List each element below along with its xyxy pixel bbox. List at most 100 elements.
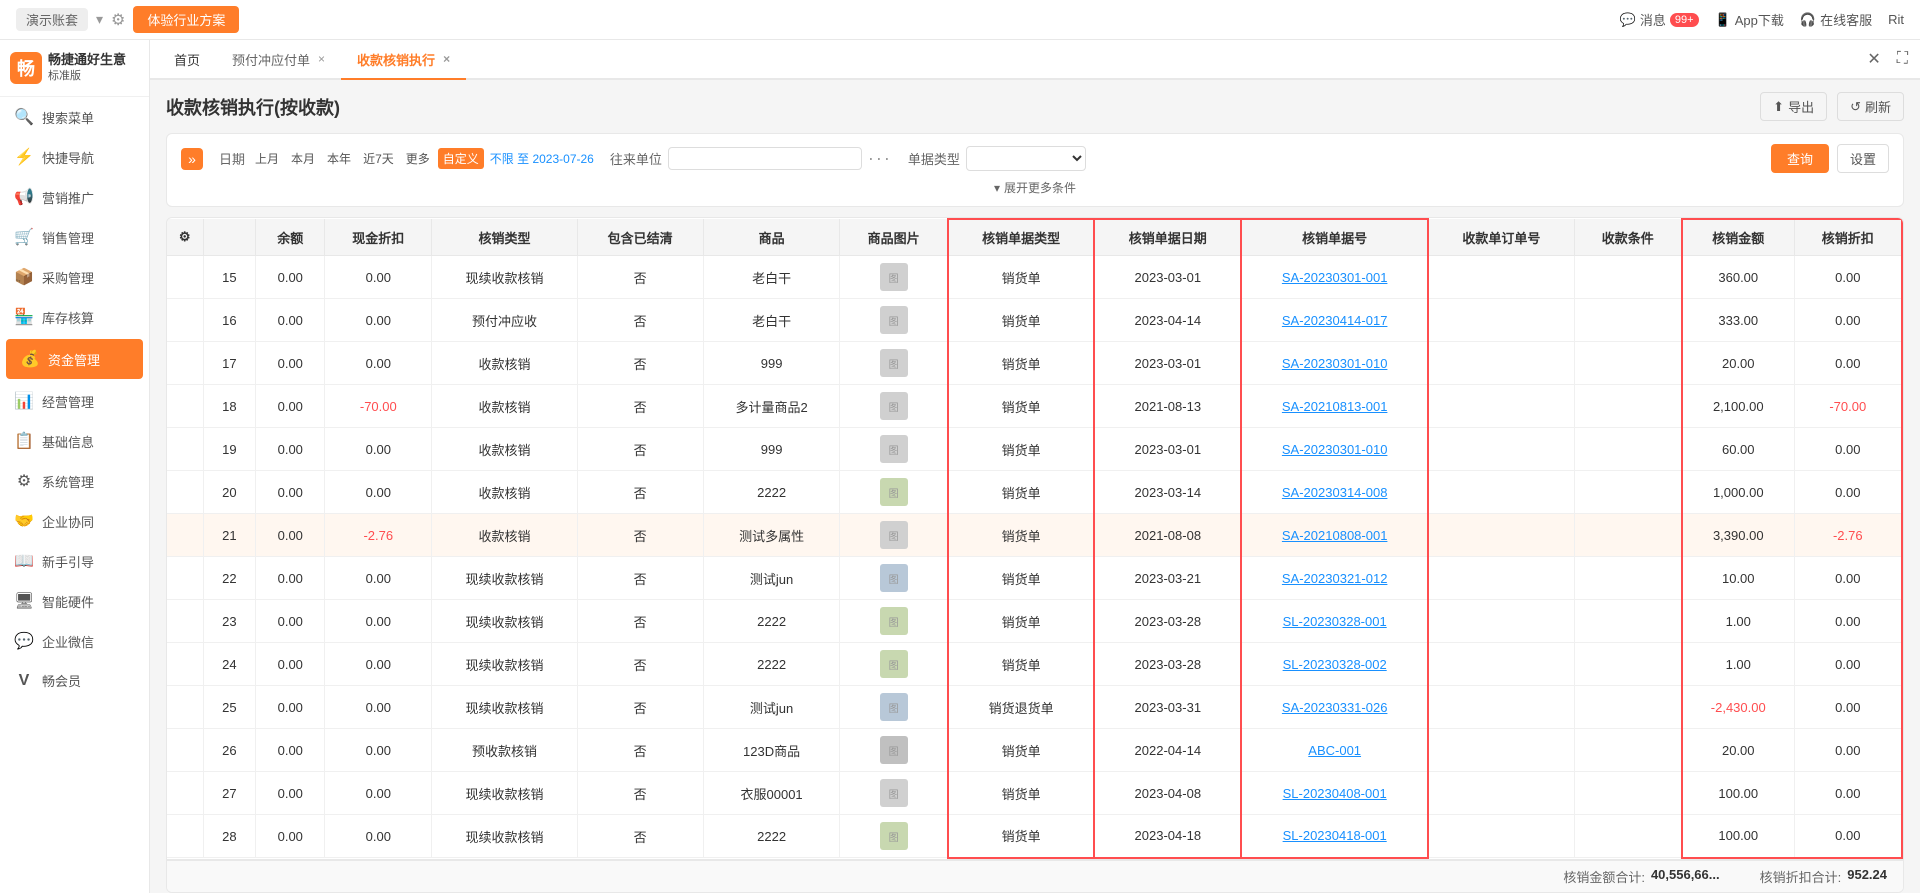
td-balance: 0.00 xyxy=(256,557,325,600)
td-seq: 16 xyxy=(203,299,256,342)
sidebar-item-basics[interactable]: 📋 基础信息 xyxy=(0,421,149,461)
date-btn-custom[interactable]: 自定义 xyxy=(438,148,484,169)
th-settings[interactable]: ⚙ xyxy=(167,219,203,256)
td-balance: 0.00 xyxy=(256,686,325,729)
date-btn-7days[interactable]: 近7天 xyxy=(359,148,398,169)
company-name[interactable]: 演示账套 xyxy=(16,8,88,31)
bill-no-link[interactable]: SL-20230328-002 xyxy=(1283,657,1387,672)
sidebar-item-hardware[interactable]: 🖥 智能硬件 xyxy=(0,581,149,621)
query-btn[interactable]: 查询 xyxy=(1771,144,1829,173)
td-goods-img: 图 xyxy=(840,729,948,772)
notification-area[interactable]: 💬 消息 99+ xyxy=(1620,10,1699,29)
sidebar-item-guide[interactable]: 📖 新手引导 xyxy=(0,541,149,581)
bill-type-select[interactable]: 销货单 销货退货单 xyxy=(966,146,1086,171)
bill-no-link[interactable]: SA-20230314-008 xyxy=(1282,485,1388,500)
bill-no-link[interactable]: SA-20230321-012 xyxy=(1282,571,1388,586)
bill-no-link[interactable]: ABC-001 xyxy=(1308,743,1361,758)
tab-prepay[interactable]: 预付冲应付单 × xyxy=(216,40,341,80)
bill-no-link[interactable]: SA-20230301-010 xyxy=(1282,442,1388,457)
filter-expand-btn[interactable]: » xyxy=(181,148,203,170)
th-receipt-condition: 收款条件 xyxy=(1574,219,1682,256)
td-write-off-type: 收款核销 xyxy=(432,471,577,514)
filter-actions: 查询 设置 xyxy=(1771,144,1889,173)
bill-no-link[interactable]: SA-20210813-001 xyxy=(1282,399,1388,414)
online-service-label: 在线客服 xyxy=(1820,10,1872,29)
dropdown-icon[interactable]: ▾ xyxy=(96,11,103,28)
setting-btn[interactable]: 设置 xyxy=(1837,144,1889,173)
td-balance: 0.00 xyxy=(256,299,325,342)
partner-input[interactable] xyxy=(668,147,862,170)
td-receipt-condition xyxy=(1574,557,1682,600)
user-name[interactable]: Rit xyxy=(1888,12,1904,27)
sidebar-item-purchase[interactable]: 📦 采购管理 xyxy=(0,257,149,297)
td-receipt-order-no xyxy=(1428,643,1574,686)
bill-no-link[interactable]: SA-20230301-010 xyxy=(1282,356,1388,371)
td-seq: 17 xyxy=(203,342,256,385)
expand-more-area: ▾ 展开更多条件 xyxy=(181,179,1889,196)
td-settings xyxy=(167,299,203,342)
td-write-off-amount: 10.00 xyxy=(1682,557,1794,600)
sidebar-item-label: 系统管理 xyxy=(42,472,94,491)
td-cash-discount: 0.00 xyxy=(325,815,432,858)
date-btns: 上月 本月 本年 近7天 更多 自定义 xyxy=(251,148,484,169)
td-write-off-type: 收款核销 xyxy=(432,428,577,471)
online-service-area[interactable]: 🎧 在线客服 xyxy=(1800,10,1872,29)
td-settings xyxy=(167,385,203,428)
tab-close-btn[interactable]: ✕ xyxy=(1863,47,1884,71)
date-btn-prev-month[interactable]: 上月 xyxy=(251,148,283,169)
filter-row: » 日期 上月 本月 本年 近7天 更多 自定义 不限 至 2023-07-26 xyxy=(181,144,1889,173)
table-row: 17 0.00 0.00 收款核销 否 999 图 销货单 2023-03-01… xyxy=(167,342,1902,385)
tab-writeoff[interactable]: 收款核销执行 × xyxy=(341,40,466,80)
bill-no-link[interactable]: SL-20230328-001 xyxy=(1283,614,1387,629)
bill-no-link[interactable]: SA-20230414-017 xyxy=(1282,313,1388,328)
sidebar-item-member[interactable]: V 畅会员 xyxy=(0,661,149,700)
date-btn-more[interactable]: 更多 xyxy=(402,148,434,169)
td-receipt-condition xyxy=(1574,299,1682,342)
refresh-btn[interactable]: ↺ 刷新 xyxy=(1837,92,1904,121)
table-row: 26 0.00 0.00 预收款核销 否 123D商品 图 销货单 2022-0… xyxy=(167,729,1902,772)
date-btn-cur-month[interactable]: 本月 xyxy=(287,148,319,169)
date-btn-cur-year[interactable]: 本年 xyxy=(323,148,355,169)
notification-label: 消息 xyxy=(1640,10,1666,29)
sidebar-item-operations[interactable]: 📊 经营管理 xyxy=(0,381,149,421)
td-receipt-order-no xyxy=(1428,514,1574,557)
bill-no-link[interactable]: SA-20210808-001 xyxy=(1282,528,1388,543)
basics-icon: 📋 xyxy=(14,431,34,451)
sidebar-item-label: 销售管理 xyxy=(42,228,94,247)
td-include-settled: 否 xyxy=(577,256,703,299)
td-receipt-order-no xyxy=(1428,342,1574,385)
tab-expand-btn[interactable]: ⛶ xyxy=(1893,48,1912,70)
td-receipt-order-no xyxy=(1428,600,1574,643)
tab-home[interactable]: 首页 xyxy=(158,40,216,80)
export-btn[interactable]: ⬆ 导出 xyxy=(1760,92,1827,121)
app-download-area[interactable]: 📱 App下载 xyxy=(1715,10,1784,29)
sidebar-item-sales[interactable]: 🛒 销售管理 xyxy=(0,217,149,257)
expand-more-btn[interactable]: ▾ 展开更多条件 xyxy=(994,179,1076,196)
td-write-off-amount: 1.00 xyxy=(1682,600,1794,643)
sidebar-item-search[interactable]: 🔍 搜索菜单 xyxy=(0,97,149,137)
sidebar-item-shortcut[interactable]: ⚡ 快捷导航 xyxy=(0,137,149,177)
sidebar-item-inventory[interactable]: 🏪 库存核算 xyxy=(0,297,149,337)
bill-no-link[interactable]: SA-20230331-026 xyxy=(1282,700,1388,715)
th-bill-category: 核销单据类型 xyxy=(948,219,1095,256)
notification-icon: 💬 xyxy=(1620,12,1636,28)
sidebar-item-wechat[interactable]: 💬 企业微信 xyxy=(0,621,149,661)
tab-writeoff-close[interactable]: × xyxy=(443,52,450,66)
td-seq: 27 xyxy=(203,772,256,815)
sidebar-item-system[interactable]: ⚙ 系统管理 xyxy=(0,461,149,501)
sidebar-item-finance[interactable]: 💰 资金管理 xyxy=(6,339,143,379)
bill-no-link[interactable]: SA-20230301-001 xyxy=(1282,270,1388,285)
sidebar-item-enterprise[interactable]: 🤝 企业协同 xyxy=(0,501,149,541)
td-write-off-type: 现续收款核销 xyxy=(432,772,577,815)
industry-btn[interactable]: 体验行业方案 xyxy=(133,6,239,33)
date-range: 不限 至 2023-07-26 xyxy=(490,150,594,167)
td-cash-discount: -2.76 xyxy=(325,514,432,557)
td-write-off-discount: 0.00 xyxy=(1794,600,1902,643)
td-write-off-discount: -70.00 xyxy=(1794,385,1902,428)
tab-prepay-close[interactable]: × xyxy=(318,52,325,66)
bill-no-link[interactable]: SL-20230418-001 xyxy=(1283,828,1387,843)
sidebar-item-marketing[interactable]: 📢 营销推广 xyxy=(0,177,149,217)
settings-icon[interactable]: ⚙ xyxy=(111,10,125,30)
bill-no-link[interactable]: SL-20230408-001 xyxy=(1283,786,1387,801)
td-balance: 0.00 xyxy=(256,385,325,428)
